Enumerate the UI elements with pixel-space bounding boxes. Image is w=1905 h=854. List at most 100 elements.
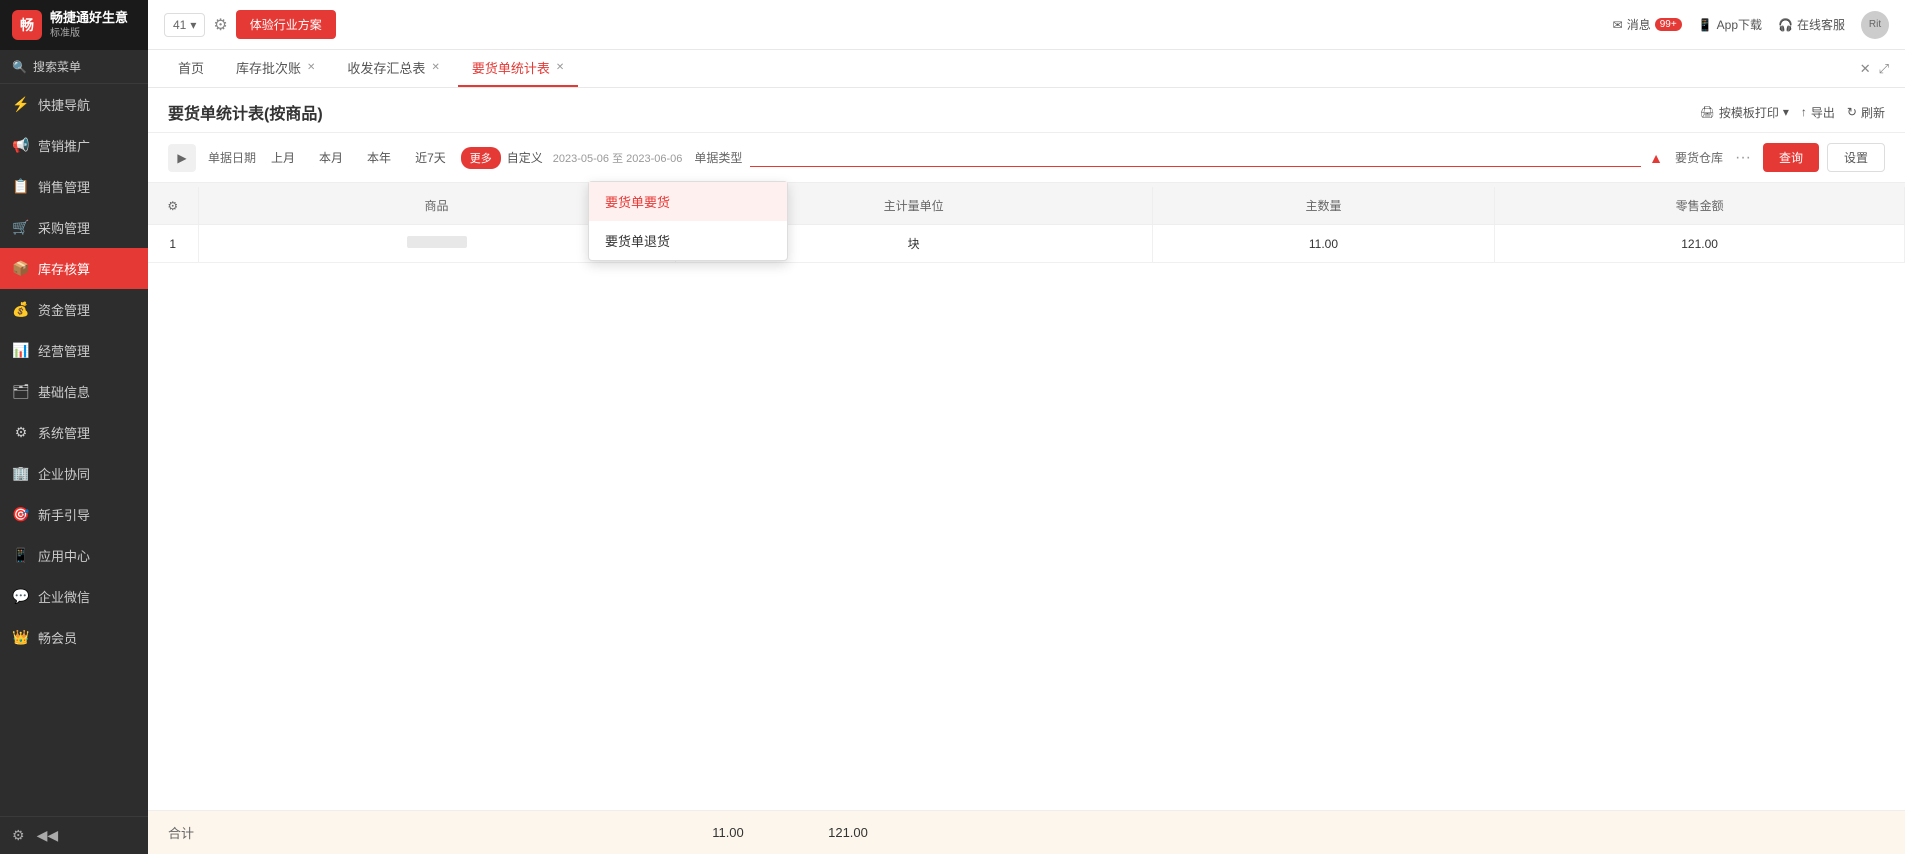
search-icon: 🔍 xyxy=(12,60,27,74)
messages-btn[interactable]: ✉ 消息 99+ xyxy=(1613,16,1682,33)
sidebar-item-system[interactable]: ⚙ 系统管理 xyxy=(0,412,148,453)
sidebar-item-wechat[interactable]: 💬 企业微信 xyxy=(0,576,148,617)
refresh-btn[interactable]: ↻ 刷新 xyxy=(1847,104,1885,121)
tab-close-inventory-batch[interactable]: ✕ xyxy=(307,62,315,73)
type-input[interactable] xyxy=(750,148,1641,167)
date-btn-this-year[interactable]: 本年 xyxy=(358,144,400,171)
tabs-close-all-icon[interactable]: ✕ xyxy=(1860,61,1871,77)
trial-btn[interactable]: 体验行业方案 xyxy=(236,10,336,39)
mobile-icon: 📱 xyxy=(1698,18,1713,32)
type-label: 单据类型 xyxy=(694,149,742,166)
warehouse-dots-btn[interactable]: ··· xyxy=(1735,149,1751,167)
tab-order-stats[interactable]: 要货单统计表 ✕ xyxy=(458,50,578,87)
enterprise-icon: 🏢 xyxy=(12,465,30,483)
row-amount: 121.00 xyxy=(1495,225,1905,263)
tabs-expand-icon[interactable]: ⤢ xyxy=(1879,61,1889,77)
date-custom-btn[interactable]: 自定义 xyxy=(507,149,543,166)
sidebar-bottom: ⚙ ◀◀ xyxy=(0,816,148,854)
sidebar-item-basic[interactable]: 🗂 基础信息 xyxy=(0,371,148,412)
sidebar-item-member[interactable]: 👑 畅会员 xyxy=(0,617,148,658)
export-btn[interactable]: ↑ 导出 xyxy=(1801,104,1835,121)
sidebar-item-operation[interactable]: 📊 经营管理 xyxy=(0,330,148,371)
col-quantity: 主数量 xyxy=(1152,187,1494,225)
avatar[interactable]: Rit xyxy=(1861,11,1889,39)
sidebar-item-finance[interactable]: 💰 资金管理 xyxy=(0,289,148,330)
export-icon: ↑ xyxy=(1801,105,1807,119)
dropdown-item-order[interactable]: 要货单要货 xyxy=(589,182,787,221)
member-icon: 👑 xyxy=(12,629,30,647)
dropdown-item-return[interactable]: 要货单退货 xyxy=(589,221,787,260)
warehouse-label: 要货仓库 xyxy=(1675,149,1723,166)
table-container: ⚙ 商品 主计量单位 主数量 零售金额 1 块 11.00 xyxy=(148,187,1905,810)
sidebar-nav: ⚡ 快捷导航 📢 营销推广 📋 销售管理 🛒 采购管理 📦 库存核算 💰 资金管… xyxy=(0,84,148,816)
table-footer: 合计 11.00 121.00 xyxy=(148,810,1905,854)
date-range-display: 2023-05-06 至 2023-06-06 xyxy=(553,150,683,166)
print-icon: 🖨 xyxy=(1700,105,1715,119)
date-btn-last-month[interactable]: 上月 xyxy=(262,144,304,171)
sidebar-item-sales[interactable]: 📋 销售管理 xyxy=(0,166,148,207)
type-filter-group: 单据类型 ▲ xyxy=(694,148,1663,167)
sidebar: 畅 畅捷通好生意 标准版 🔍 搜索菜单 ⚡ 快捷导航 📢 营销推广 📋 销售管理… xyxy=(0,0,148,854)
company-name: 41 xyxy=(173,18,186,32)
tab-receivable-summary[interactable]: 收发存汇总表 ✕ xyxy=(333,50,453,87)
search-label: 搜索菜单 xyxy=(33,58,81,75)
row-seq: 1 xyxy=(148,225,198,263)
sidebar-item-appstore[interactable]: 📱 应用中心 xyxy=(0,535,148,576)
product-placeholder xyxy=(407,236,467,248)
sidebar-logo: 畅 畅捷通好生意 标准版 xyxy=(0,0,148,50)
sidebar-item-inventory[interactable]: 📦 库存核算 xyxy=(0,248,148,289)
company-selector[interactable]: 41 ▾ xyxy=(164,13,205,37)
logo-sub-text: 标准版 xyxy=(50,27,128,40)
sidebar-item-enterprise[interactable]: 🏢 企业协同 xyxy=(0,453,148,494)
inventory-icon: 📦 xyxy=(12,260,30,278)
headset-icon: 🎧 xyxy=(1778,18,1793,32)
online-service-btn[interactable]: 🎧 在线客服 xyxy=(1778,16,1845,33)
row-quantity: 11.00 xyxy=(1152,225,1494,263)
quick-nav-icon: ⚡ xyxy=(12,96,30,114)
operation-icon: 📊 xyxy=(12,342,30,360)
query-button[interactable]: 查询 xyxy=(1763,143,1819,172)
wechat-icon: 💬 xyxy=(12,588,30,606)
col-amount: 零售金额 xyxy=(1495,187,1905,225)
print-btn[interactable]: 🖨 按模板打印 ▾ xyxy=(1700,104,1789,121)
sidebar-item-quick-nav[interactable]: ⚡ 快捷导航 xyxy=(0,84,148,125)
sidebar-item-purchase[interactable]: 🛒 采购管理 xyxy=(0,207,148,248)
col-settings[interactable]: ⚙ xyxy=(148,187,198,225)
sidebar-item-guide[interactable]: 🎯 新手引导 xyxy=(0,494,148,535)
type-dropdown-toggle[interactable]: ▲ xyxy=(1649,150,1663,166)
filter-bar: ▶ 单据日期 上月 本月 本年 近7天 更多 自定义 2023-05-06 至 … xyxy=(148,133,1905,183)
sidebar-search[interactable]: 🔍 搜索菜单 xyxy=(0,50,148,84)
tabs-bar: 首页 库存批次账 ✕ 收发存汇总表 ✕ 要货单统计表 ✕ ✕ ⤢ xyxy=(148,50,1905,88)
app-download-btn[interactable]: 📱 App下载 xyxy=(1698,16,1762,33)
page-content: 要货单统计表(按商品) 🖨 按模板打印 ▾ ↑ 导出 ↻ 刷新 ▶ xyxy=(148,88,1905,854)
filter-expand-btn[interactable]: ▶ xyxy=(168,144,196,172)
purchase-icon: 🛒 xyxy=(12,219,30,237)
tab-close-receivable-summary[interactable]: ✕ xyxy=(431,62,439,73)
tab-home[interactable]: 首页 xyxy=(164,50,218,87)
date-btn-7days[interactable]: 近7天 xyxy=(406,144,455,171)
appstore-icon: 📱 xyxy=(12,547,30,565)
settings-bottom-icon[interactable]: ⚙ xyxy=(12,827,25,844)
chevron-down-icon: ▾ xyxy=(1783,105,1789,119)
tab-close-order-stats[interactable]: ✕ xyxy=(556,62,564,73)
footer-label: 合计 xyxy=(168,823,368,842)
refresh-icon: ↻ xyxy=(1847,105,1857,119)
settings-button[interactable]: 设置 xyxy=(1827,143,1885,172)
sales-icon: 📋 xyxy=(12,178,30,196)
guide-icon: 🎯 xyxy=(12,506,30,524)
logo-icon: 畅 xyxy=(12,10,42,40)
finance-icon: 💰 xyxy=(12,301,30,319)
gear-icon: ⚙ xyxy=(167,199,178,213)
footer-quantity: 11.00 xyxy=(668,825,788,840)
sidebar-item-marketing[interactable]: 📢 营销推广 xyxy=(0,125,148,166)
collapse-icon[interactable]: ◀◀ xyxy=(37,827,59,844)
date-btn-this-month[interactable]: 本月 xyxy=(310,144,352,171)
type-dropdown: 要货单要货 要货单退货 xyxy=(588,181,788,261)
page-title: 要货单统计表(按商品) xyxy=(168,100,323,124)
topbar-gear-icon[interactable]: ⚙ xyxy=(213,15,227,35)
tab-inventory-batch[interactable]: 库存批次账 ✕ xyxy=(222,50,329,87)
messages-badge: 99+ xyxy=(1655,18,1682,31)
marketing-icon: 📢 xyxy=(12,137,30,155)
page-header: 要货单统计表(按商品) 🖨 按模板打印 ▾ ↑ 导出 ↻ 刷新 xyxy=(148,88,1905,133)
date-btn-more[interactable]: 更多 xyxy=(461,147,501,169)
